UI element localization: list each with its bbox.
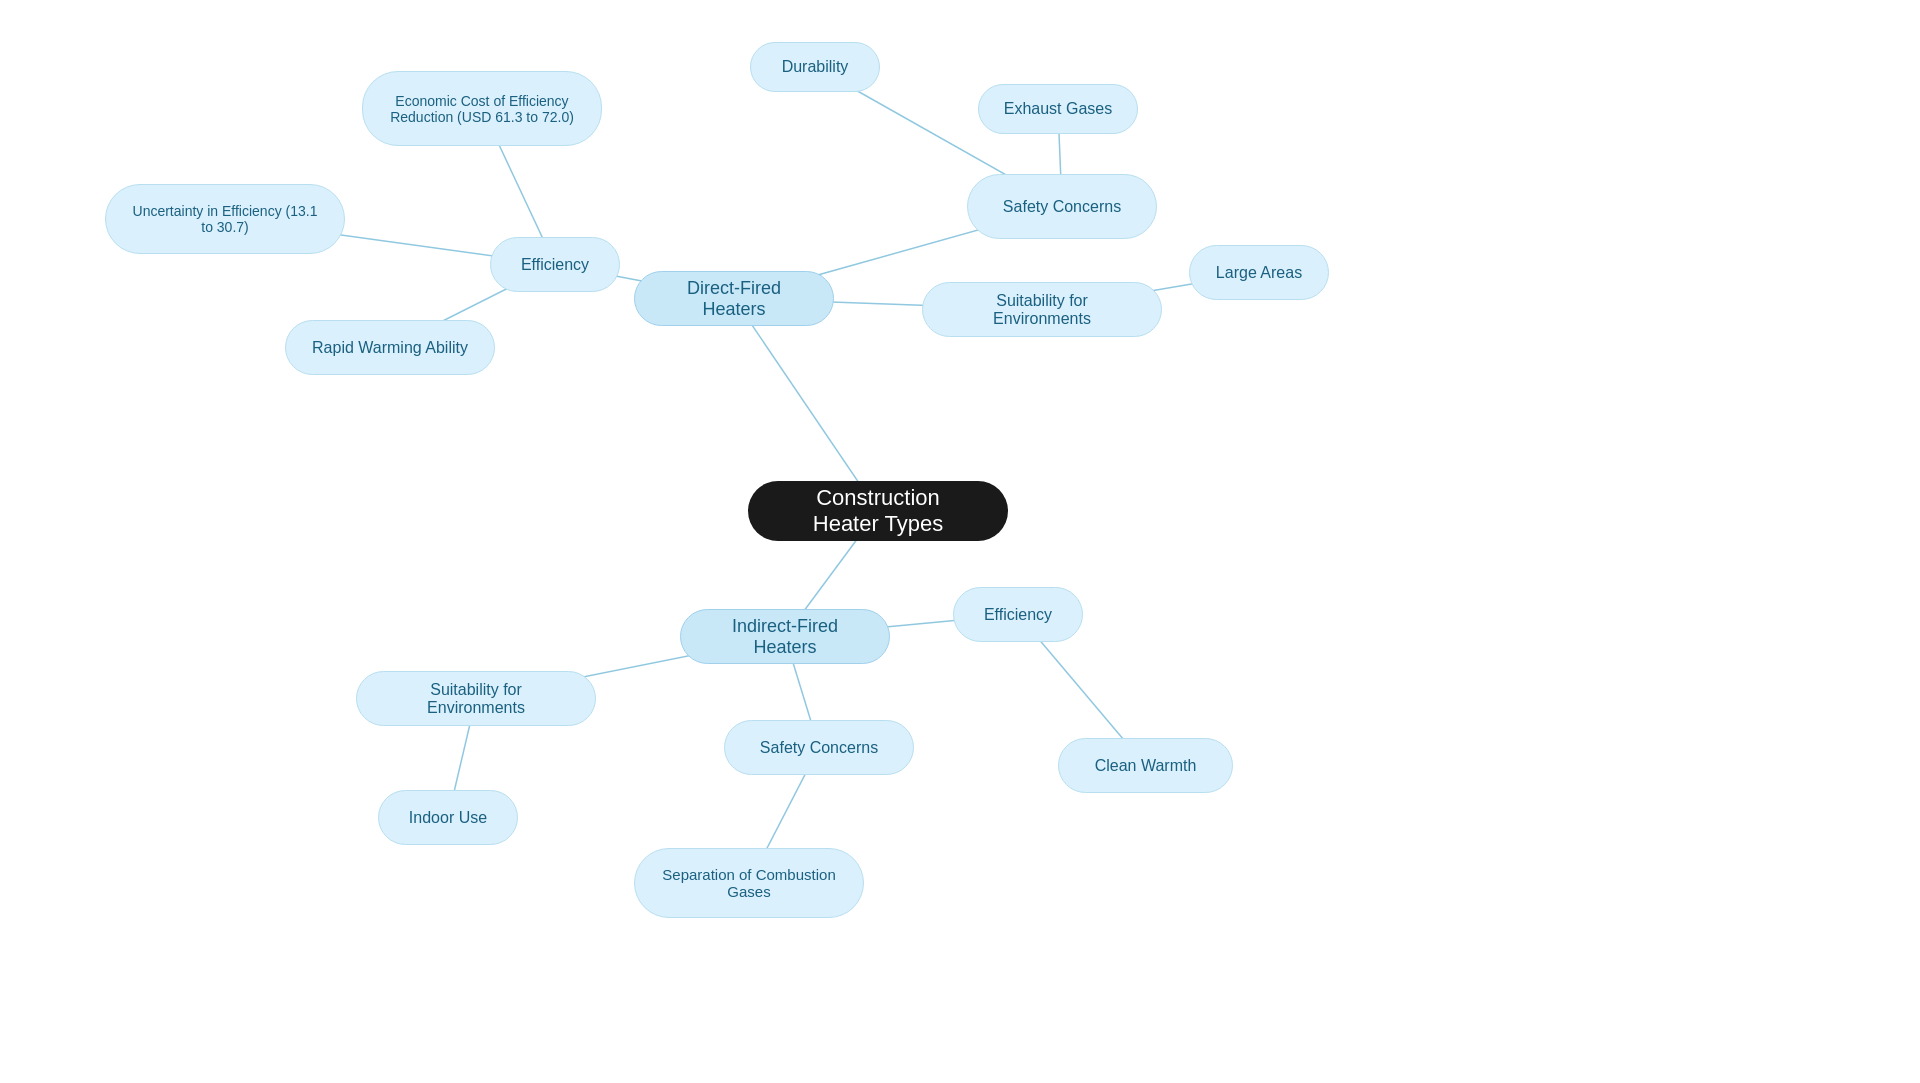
- node-economic-cost-label: Economic Cost of Efficiency Reduction (U…: [390, 93, 574, 125]
- node-indoor-use-label: Indoor Use: [409, 809, 487, 827]
- node-direct-fired[interactable]: Direct-Fired Heaters: [634, 271, 834, 326]
- node-separation[interactable]: Separation of Combustion Gases: [634, 848, 864, 918]
- node-safety-top[interactable]: Safety Concerns: [967, 174, 1157, 239]
- node-suitability-top-label: Suitability for Environments: [947, 292, 1137, 328]
- node-indirect-fired[interactable]: Indirect-Fired Heaters: [680, 609, 890, 664]
- node-clean-warmth[interactable]: Clean Warmth: [1058, 738, 1233, 793]
- node-root[interactable]: Construction Heater Types: [748, 481, 1008, 541]
- node-efficiency-bottom[interactable]: Efficiency: [953, 587, 1083, 642]
- node-rapid-warming-label: Rapid Warming Ability: [312, 339, 468, 357]
- node-suitability-bottom-label: Suitability for Environments: [381, 681, 571, 717]
- node-suitability-bottom[interactable]: Suitability for Environments: [356, 671, 596, 726]
- node-safety-bottom[interactable]: Safety Concerns: [724, 720, 914, 775]
- node-rapid-warming[interactable]: Rapid Warming Ability: [285, 320, 495, 375]
- node-root-label: Construction Heater Types: [786, 485, 970, 537]
- node-indirect-fired-label: Indirect-Fired Heaters: [709, 616, 861, 658]
- node-exhaust-gases[interactable]: Exhaust Gases: [978, 84, 1138, 134]
- node-safety-bottom-label: Safety Concerns: [760, 739, 878, 757]
- node-suitability-top[interactable]: Suitability for Environments: [922, 282, 1162, 337]
- node-efficiency-bottom-label: Efficiency: [984, 606, 1052, 624]
- node-large-areas[interactable]: Large Areas: [1189, 245, 1329, 300]
- node-uncertainty-label: Uncertainty in Efficiency (13.1 to 30.7): [133, 203, 318, 235]
- node-indoor-use[interactable]: Indoor Use: [378, 790, 518, 845]
- node-durability-label: Durability: [782, 58, 849, 76]
- node-safety-top-label: Safety Concerns: [1003, 198, 1121, 216]
- svg-line-0: [734, 299, 878, 512]
- node-separation-label: Separation of Combustion Gases: [662, 866, 835, 900]
- node-large-areas-label: Large Areas: [1216, 264, 1302, 282]
- node-durability[interactable]: Durability: [750, 42, 880, 92]
- node-direct-fired-label: Direct-Fired Heaters: [663, 278, 805, 320]
- node-uncertainty[interactable]: Uncertainty in Efficiency (13.1 to 30.7): [105, 184, 345, 254]
- node-exhaust-gases-label: Exhaust Gases: [1004, 100, 1113, 118]
- node-efficiency-top-label: Efficiency: [521, 256, 589, 274]
- node-economic-cost[interactable]: Economic Cost of Efficiency Reduction (U…: [362, 71, 602, 146]
- node-clean-warmth-label: Clean Warmth: [1095, 757, 1197, 775]
- node-efficiency-top[interactable]: Efficiency: [490, 237, 620, 292]
